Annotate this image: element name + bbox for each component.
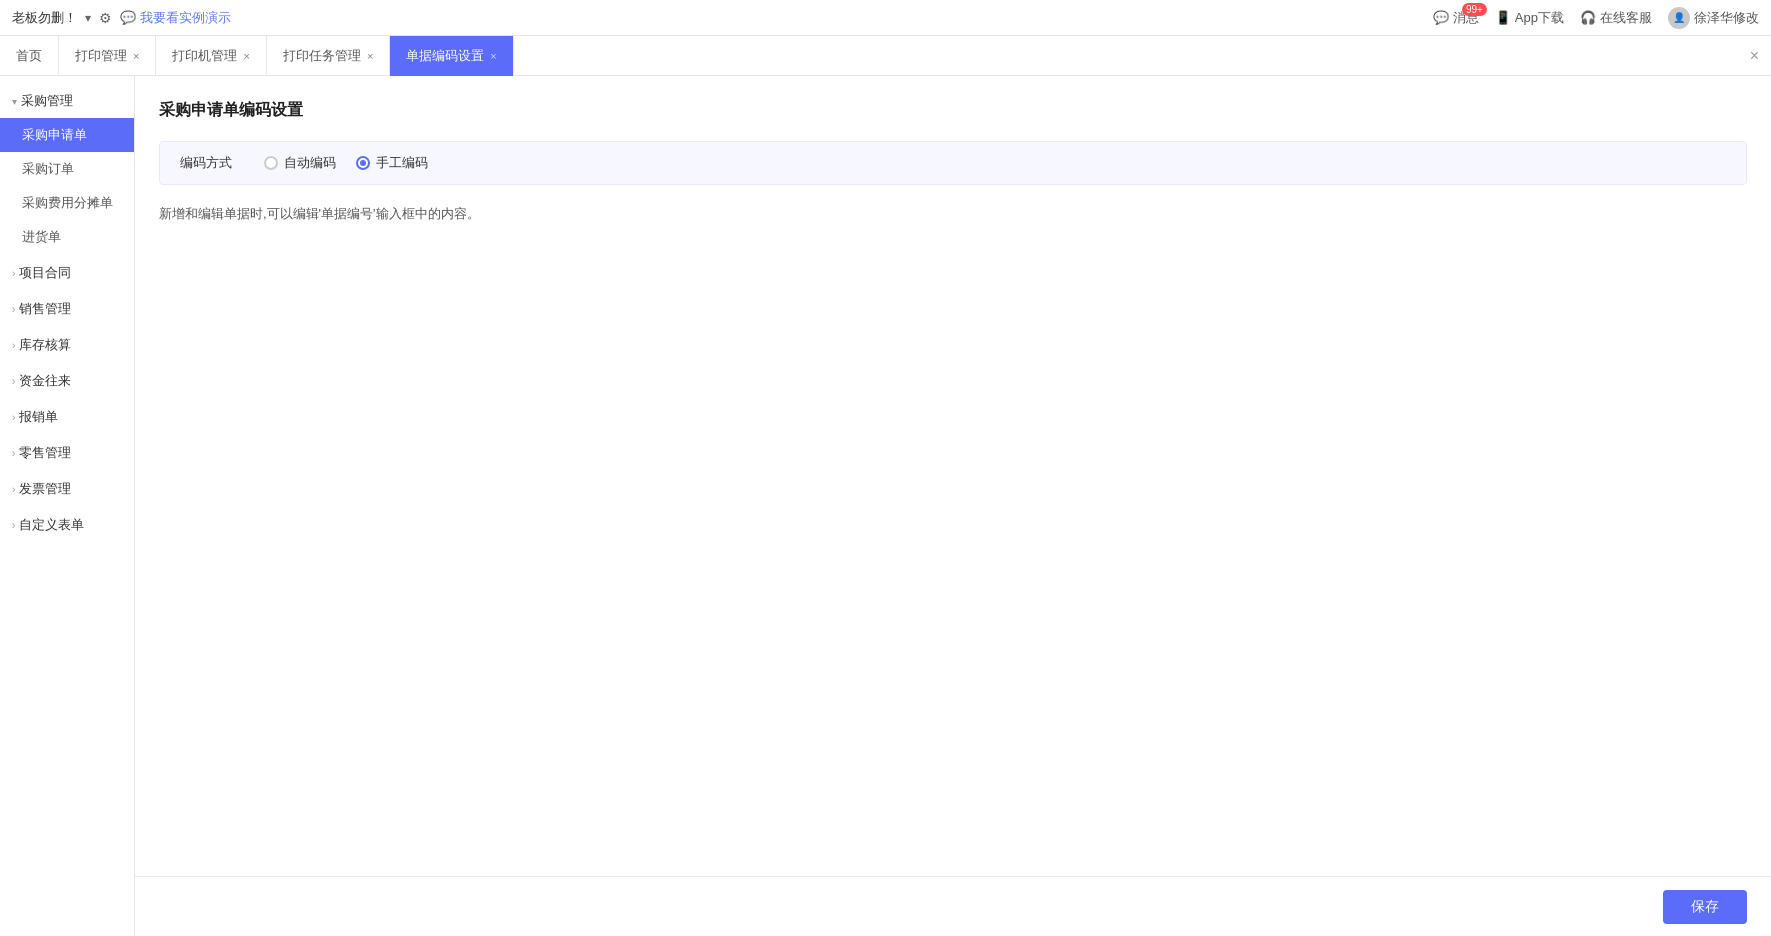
sidebar-group-sales: › 销售管理: [0, 292, 134, 326]
radio-manual-code[interactable]: 手工编码: [356, 154, 428, 172]
headset-icon: 🎧: [1580, 10, 1596, 25]
tab-single-code-close[interactable]: ×: [490, 50, 496, 62]
coding-method-row: 编码方式 自动编码 手工编码: [159, 141, 1747, 185]
service-label: 在线客服: [1600, 9, 1652, 27]
returns-arrow-icon: ›: [12, 412, 15, 423]
user-menu[interactable]: 👤 徐泽华修改: [1668, 7, 1759, 29]
project-group-label: 项目合同: [19, 264, 71, 282]
page-footer: 保存: [135, 876, 1771, 936]
invoice-arrow-icon: ›: [12, 484, 15, 495]
tab-print-mgmt-close[interactable]: ×: [133, 50, 139, 62]
tab-print-task[interactable]: 打印任务管理 ×: [267, 36, 390, 76]
message-icon: 💬: [1433, 10, 1449, 25]
message-button[interactable]: 💬 消息 99+: [1433, 9, 1479, 27]
app-download-label: App下载: [1515, 9, 1564, 27]
close-all-tabs-icon[interactable]: ×: [1750, 47, 1759, 65]
sidebar-item-purchase-request[interactable]: 采购申请单: [0, 118, 134, 152]
phone-icon: 📱: [1495, 10, 1511, 25]
tab-single-code-label: 单据编码设置: [406, 47, 484, 65]
tab-single-code[interactable]: 单据编码设置 ×: [390, 36, 513, 76]
page-content: 采购申请单编码设置 编码方式 自动编码 手工编码: [135, 76, 1771, 876]
returns-group-label: 报销单: [19, 408, 58, 426]
tab-print-mgmt-label: 打印管理: [75, 47, 127, 65]
sidebar-group-capital: › 资金往来: [0, 364, 134, 398]
sidebar-group-invoice: › 发票管理: [0, 472, 134, 506]
tab-printer-mgmt-label: 打印机管理: [172, 47, 237, 65]
sidebar-group-sales-title[interactable]: › 销售管理: [0, 292, 134, 326]
arrow-down-icon[interactable]: ▾: [85, 11, 91, 25]
project-arrow-icon: ›: [12, 268, 15, 279]
retail-arrow-icon: ›: [12, 448, 15, 459]
sidebar-group-inventory-title[interactable]: › 库存核算: [0, 328, 134, 362]
avatar: 👤: [1668, 7, 1690, 29]
invoice-group-label: 发票管理: [19, 480, 71, 498]
sidebar-item-purchase-order[interactable]: 采购订单: [0, 152, 134, 186]
body-layout: ▾ 采购管理 采购申请单 采购订单 采购费用分摊单 进货单 › 项目合同: [0, 76, 1771, 936]
sidebar-group-custom-forms: › 自定义表单: [0, 508, 134, 542]
tab-printer-mgmt-close[interactable]: ×: [243, 50, 249, 62]
top-bar: 老板勿删！ ▾ ⚙ 我要看实例演示 💬 消息 99+ 📱 App下载 🎧 在线客…: [0, 0, 1771, 36]
tab-bar: 首页 打印管理 × 打印机管理 × 打印任务管理 × 单据编码设置 × ×: [0, 36, 1771, 76]
tab-print-task-close[interactable]: ×: [367, 50, 373, 62]
top-bar-title: 老板勿删！: [12, 9, 77, 27]
sales-arrow-icon: ›: [12, 304, 15, 315]
inventory-arrow-icon: ›: [12, 340, 15, 351]
sales-group-label: 销售管理: [19, 300, 71, 318]
sidebar-group-retail: › 零售管理: [0, 436, 134, 470]
tab-home[interactable]: 首页: [0, 36, 59, 76]
save-button[interactable]: 保存: [1663, 890, 1747, 924]
radio-manual-circle: [356, 156, 370, 170]
sidebar-item-stock-in[interactable]: 进货单: [0, 220, 134, 254]
sidebar-group-purchase: ▾ 采购管理 采购申请单 采购订单 采购费用分摊单 进货单: [0, 84, 134, 254]
online-service-button[interactable]: 🎧 在线客服: [1580, 9, 1652, 27]
inventory-group-label: 库存核算: [19, 336, 71, 354]
coding-radio-group: 自动编码 手工编码: [264, 154, 428, 172]
tab-print-task-label: 打印任务管理: [283, 47, 361, 65]
radio-manual-label: 手工编码: [376, 154, 428, 172]
top-bar-right: 💬 消息 99+ 📱 App下载 🎧 在线客服 👤 徐泽华修改: [1433, 7, 1759, 29]
sidebar-item-purchase-request-label: 采购申请单: [22, 127, 87, 142]
top-bar-arrows[interactable]: ▾: [85, 11, 91, 25]
sidebar-item-purchase-expense[interactable]: 采购费用分摊单: [0, 186, 134, 220]
custom-forms-group-label: 自定义表单: [19, 516, 84, 534]
page-title: 采购申请单编码设置: [159, 100, 1747, 121]
radio-auto-code[interactable]: 自动编码: [264, 154, 336, 172]
purchase-group-label: 采购管理: [21, 92, 73, 110]
sidebar-group-project-contract-title[interactable]: › 项目合同: [0, 256, 134, 290]
sidebar-group-capital-title[interactable]: › 资金往来: [0, 364, 134, 398]
hint-text: 新增和编辑单据时,可以编辑'单据编号'输入框中的内容。: [159, 205, 1747, 223]
sidebar-group-custom-forms-title[interactable]: › 自定义表单: [0, 508, 134, 542]
retail-group-label: 零售管理: [19, 444, 71, 462]
app-download-button[interactable]: 📱 App下载: [1495, 9, 1564, 27]
sidebar-item-purchase-expense-label: 采购费用分摊单: [22, 195, 113, 210]
tab-print-mgmt[interactable]: 打印管理 ×: [59, 36, 156, 76]
sidebar-group-purchase-title[interactable]: ▾ 采购管理: [0, 84, 134, 118]
coding-method-label: 编码方式: [180, 154, 240, 172]
sidebar-group-retail-title[interactable]: › 零售管理: [0, 436, 134, 470]
tab-printer-mgmt[interactable]: 打印机管理 ×: [156, 36, 266, 76]
sidebar-item-purchase-order-label: 采购订单: [22, 161, 74, 176]
main-content: 采购申请单编码设置 编码方式 自动编码 手工编码: [135, 76, 1771, 936]
gear-icon[interactable]: ⚙: [99, 10, 112, 26]
radio-auto-label: 自动编码: [284, 154, 336, 172]
demo-link-text: 我要看实例演示: [140, 9, 231, 27]
sidebar-item-stock-in-label: 进货单: [22, 229, 61, 244]
sidebar-group-invoice-title[interactable]: › 发票管理: [0, 472, 134, 506]
sidebar-group-returns-title[interactable]: › 报销单: [0, 400, 134, 434]
top-bar-left: 老板勿删！ ▾ ⚙ 我要看实例演示: [12, 9, 231, 27]
sidebar-group-project-contract: › 项目合同: [0, 256, 134, 290]
demo-link[interactable]: 我要看实例演示: [120, 9, 231, 27]
capital-arrow-icon: ›: [12, 376, 15, 387]
sidebar-group-inventory: › 库存核算: [0, 328, 134, 362]
sidebar-group-returns: › 报销单: [0, 400, 134, 434]
sidebar: ▾ 采购管理 采购申请单 采购订单 采购费用分摊单 进货单 › 项目合同: [0, 76, 135, 936]
tab-home-label: 首页: [16, 47, 42, 65]
purchase-arrow-icon: ▾: [12, 96, 17, 107]
radio-auto-circle: [264, 156, 278, 170]
custom-forms-arrow-icon: ›: [12, 520, 15, 531]
capital-group-label: 资金往来: [19, 372, 71, 390]
user-name: 徐泽华修改: [1694, 9, 1759, 27]
message-badge: 99+: [1462, 3, 1487, 16]
